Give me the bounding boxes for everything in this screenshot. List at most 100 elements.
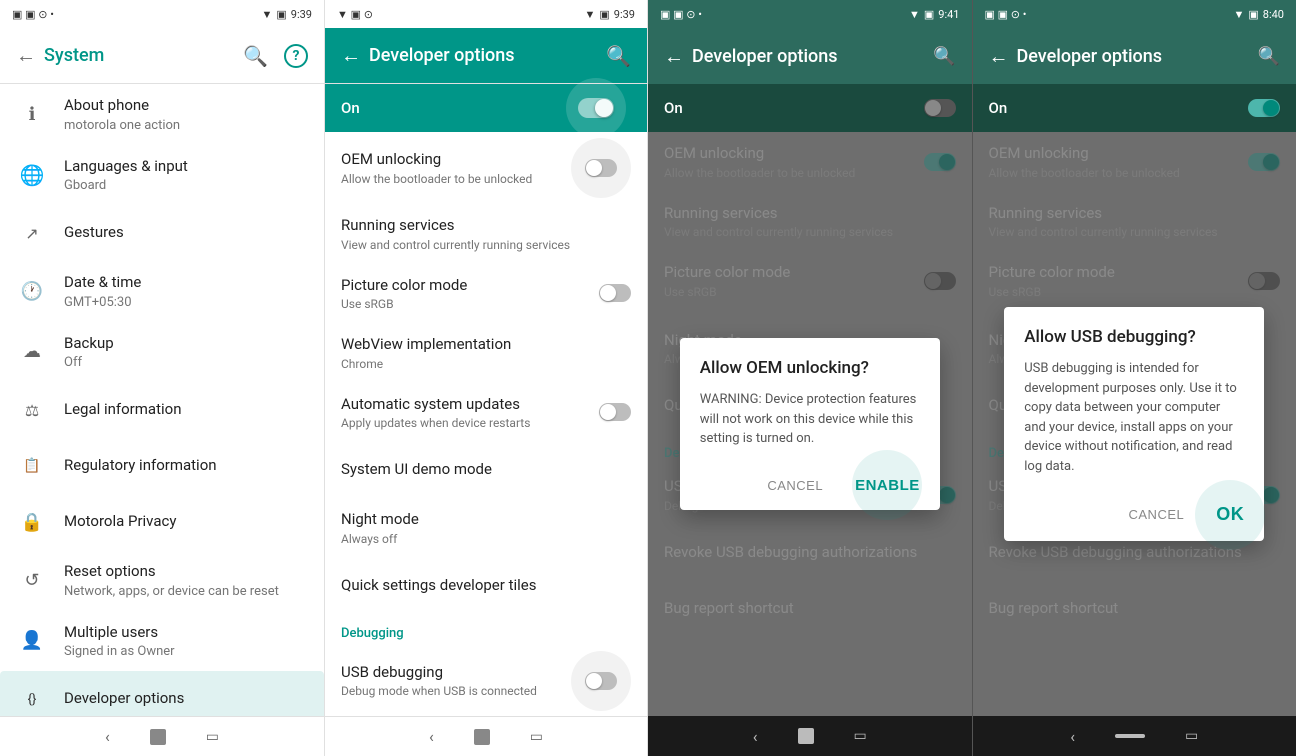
home-indicator-r2[interactable] (1115, 734, 1145, 738)
on-row-middle[interactable]: On (325, 84, 647, 132)
reset-title: Reset options (64, 562, 308, 582)
cancel-button-usb[interactable]: Cancel (1117, 496, 1197, 533)
autoupdate-toggle[interactable] (599, 403, 631, 421)
backup-icon: ☁ (16, 336, 48, 368)
usb-circle[interactable] (571, 651, 631, 711)
on-label-r1: On (664, 99, 683, 117)
on-toggle[interactable] (578, 98, 614, 118)
list-r2: OEM unlocking Allow the bootloader to be… (973, 132, 1296, 716)
back-nav-r1[interactable]: ‹ (753, 727, 758, 746)
recents-nav-icon[interactable]: ▭ (206, 729, 219, 745)
search-icon-middle[interactable]: 🔍 (606, 44, 631, 68)
settings-item-languages[interactable]: 🌐 Languages & input Gboard (0, 145, 324, 206)
reset-text: Reset options Network, apps, or device c… (64, 562, 308, 599)
home-nav-r1[interactable] (798, 728, 814, 744)
app-bar-icons-left: 🔍 ? (243, 44, 308, 68)
search-r2[interactable]: 🔍 (1258, 46, 1280, 67)
wifi-r2: ▼ (1233, 8, 1244, 21)
enable-button-oem[interactable]: Enable (843, 469, 932, 502)
on-row-r1[interactable]: On (648, 84, 972, 132)
system-settings-panel: ▣ ▣ ⊙ • ▼ ▣ 9:39 ← System 🔍 ? ℹ About ph… (0, 0, 325, 756)
autoupdate-title: Automatic system updates (341, 395, 599, 415)
settings-item-reset[interactable]: ↺ Reset options Network, apps, or device… (0, 550, 324, 611)
backup-subtitle: Off (64, 355, 308, 370)
back-r2[interactable]: ← (989, 44, 1009, 69)
settings-item-legal[interactable]: ⚖ Legal information (0, 382, 324, 438)
cancel-button-oem[interactable]: Cancel (755, 470, 835, 501)
settings-item-developer[interactable]: {} Developer options (0, 671, 324, 716)
dev-item-webview[interactable]: WebView implementation Chrome (325, 323, 647, 383)
ok-container: OK (1204, 496, 1256, 533)
dev-item-oem[interactable]: OEM unlocking Allow the bootloader to be… (325, 132, 647, 204)
night-title: Night mode (341, 510, 631, 530)
dialog-overlay-r1: Allow OEM unlocking? WARNING: Device pro… (648, 132, 972, 716)
back-nav-icon[interactable]: ‹ (105, 727, 110, 746)
on-toggle-r2[interactable] (1248, 99, 1280, 117)
settings-item-datetime[interactable]: 🕐 Date & time GMT+05:30 (0, 261, 324, 322)
languages-title: Languages & input (64, 157, 308, 177)
back-icon-left[interactable]: ← (16, 43, 36, 68)
settings-item-backup[interactable]: ☁ Backup Off (0, 322, 324, 383)
list-r1: OEM unlocking Allow the bootloader to be… (648, 132, 972, 716)
nav-bar-r2: ‹ ▭ (973, 716, 1296, 756)
cancel-container: Cancel (755, 469, 835, 502)
usb-toggle[interactable] (585, 672, 617, 690)
oem-circle[interactable] (571, 138, 631, 198)
home-nav-middle[interactable] (474, 729, 490, 745)
title-r1: Developer options (692, 46, 933, 67)
search-r1[interactable]: 🔍 (933, 46, 955, 67)
settings-item-about[interactable]: ℹ About phone motorola one action (0, 84, 324, 145)
home-nav-icon[interactable] (150, 729, 166, 745)
status-time-left: ▼ ▣ 9:39 (261, 8, 312, 21)
dev-item-color[interactable]: Picture color mode Use sRGB (325, 264, 647, 324)
status-time-middle: ▼ ▣ 9:39 (584, 8, 635, 21)
back-nav-r2[interactable]: ‹ (1070, 727, 1075, 746)
dev-item-usb[interactable]: USB debugging Debug mode when USB is con… (325, 645, 647, 717)
notification-icons: ▣ ▣ ⊙ • (12, 8, 54, 21)
dev-item-night[interactable]: Night mode Always off (325, 498, 647, 558)
about-subtitle: motorola one action (64, 118, 308, 133)
on-toggle-container (561, 84, 631, 132)
oem-toggle[interactable] (585, 159, 617, 177)
settings-list-left: ℹ About phone motorola one action 🌐 Lang… (0, 84, 324, 716)
gestures-text: Gestures (64, 223, 308, 243)
back-nav-middle[interactable]: ‹ (429, 727, 434, 746)
battery-r2: ▣ (1248, 8, 1258, 21)
recents-nav-r1[interactable]: ▭ (854, 728, 867, 744)
status-bar-right1: ▣ ▣ ⊙ • ▼ ▣ 9:41 (648, 0, 972, 28)
datetime-icon: 🕐 (16, 275, 48, 307)
dev-item-autoupdate[interactable]: Automatic system updates Apply updates w… (325, 383, 647, 443)
recents-nav-r2[interactable]: ▭ (1185, 728, 1198, 744)
enable-container: Enable (843, 469, 932, 502)
color-title: Picture color mode (341, 276, 599, 296)
running-subtitle: View and control currently running servi… (341, 238, 631, 252)
running-text: Running services View and control curren… (341, 216, 631, 252)
usb-text: USB debugging Debug mode when USB is con… (341, 663, 561, 699)
search-icon-left[interactable]: 🔍 (243, 44, 268, 68)
settings-item-privacy[interactable]: 🔒 Motorola Privacy (0, 494, 324, 550)
settings-item-gestures[interactable]: ↗ Gestures (0, 205, 324, 261)
on-row-r2[interactable]: On (973, 84, 1296, 132)
users-subtitle: Signed in as Owner (64, 644, 308, 659)
battery-r1: ▣ (924, 8, 934, 21)
privacy-title: Motorola Privacy (64, 512, 308, 532)
back-r1[interactable]: ← (664, 44, 684, 69)
ok-button-usb[interactable]: OK (1204, 496, 1256, 533)
legal-title: Legal information (64, 400, 308, 420)
battery-icon-mid: ▣ (599, 8, 609, 21)
help-icon-left[interactable]: ? (284, 44, 308, 68)
on-toggle-r1[interactable] (924, 99, 956, 117)
color-toggle[interactable] (599, 284, 631, 302)
on-toggle-circle[interactable] (566, 78, 626, 138)
settings-item-regulatory[interactable]: 📋 Regulatory information (0, 438, 324, 494)
settings-item-users[interactable]: 👤 Multiple users Signed in as Owner (0, 611, 324, 672)
datetime-subtitle: GMT+05:30 (64, 295, 308, 310)
dev-item-uidemo[interactable]: System UI demo mode (325, 442, 647, 498)
dialog-title-oem: Allow OEM unlocking? (680, 358, 940, 390)
time-left: 9:39 (291, 8, 312, 21)
back-icon-middle[interactable]: ← (341, 43, 361, 68)
recents-nav-middle[interactable]: ▭ (530, 729, 543, 745)
dev-item-running[interactable]: Running services View and control curren… (325, 204, 647, 264)
dev-item-quicktiles[interactable]: Quick settings developer tiles (325, 558, 647, 614)
autoupdate-subtitle: Apply updates when device restarts (341, 416, 599, 430)
